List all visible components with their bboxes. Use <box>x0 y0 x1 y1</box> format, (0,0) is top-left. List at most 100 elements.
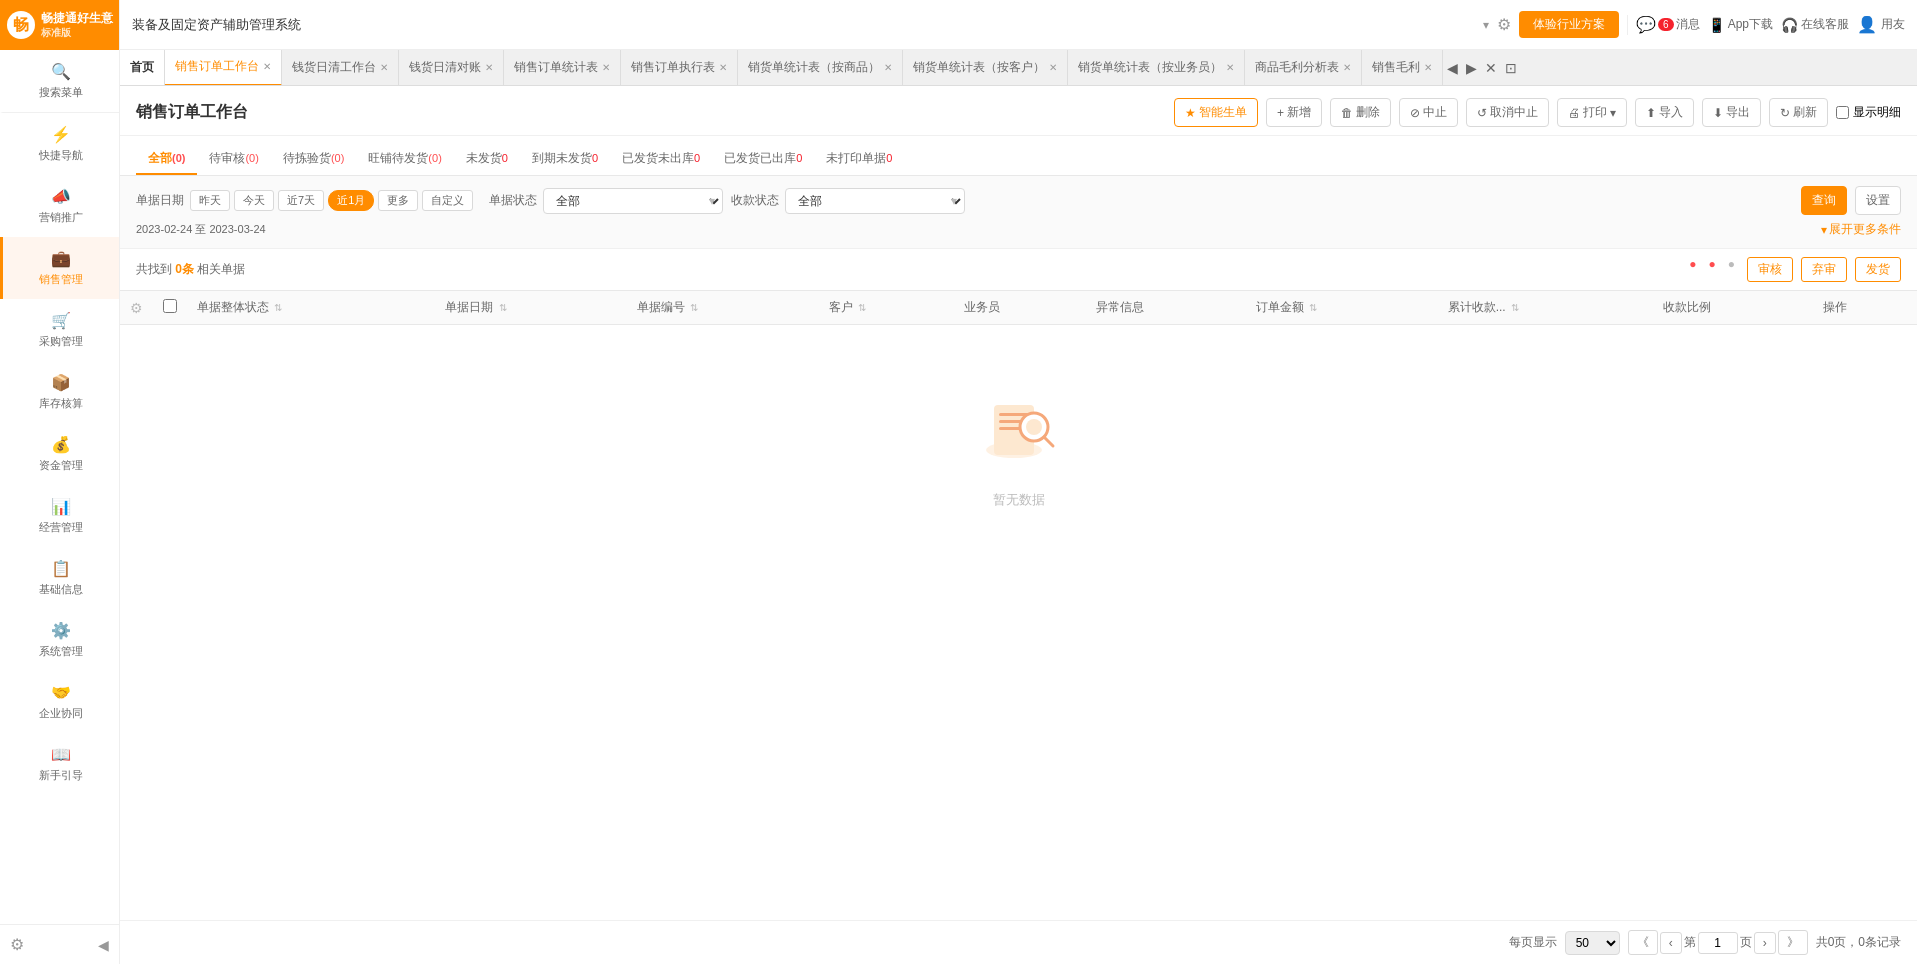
stop-btn[interactable]: ⊘ 中止 <box>1399 98 1458 127</box>
tab-sales-stat-product-close[interactable]: ✕ <box>884 62 892 73</box>
user-area[interactable]: 👤 用友 <box>1857 15 1905 34</box>
tab-sales-stat-customer[interactable]: 销货单统计表（按客户） ✕ <box>903 50 1068 86</box>
subtab-not-shipped[interactable]: 未发货0 <box>454 144 520 175</box>
sidebar-settings-icon[interactable]: ⚙ <box>10 935 24 954</box>
date-btn-1month[interactable]: 近1月 <box>328 190 374 211</box>
tab-sales-workbench-close[interactable]: ✕ <box>263 61 271 72</box>
tabbar-close-all[interactable]: ✕ <box>1481 60 1501 76</box>
date-btn-7days[interactable]: 近7天 <box>278 190 324 211</box>
subtab-pending-review[interactable]: 待审核(0) <box>197 144 270 175</box>
sort-status[interactable]: ⇅ <box>274 302 282 313</box>
page-first-btn[interactable]: 《 <box>1628 930 1658 955</box>
export-btn[interactable]: ⬇ 导出 <box>1702 98 1761 127</box>
subtab-shipped-out[interactable]: 已发货已出库0 <box>712 144 814 175</box>
cancel-review-btn[interactable]: 弃审 <box>1801 257 1847 282</box>
review-btn[interactable]: 审核 <box>1747 257 1793 282</box>
tab-cash-daily-close[interactable]: ✕ <box>380 62 388 73</box>
sidebar-item-purchase[interactable]: 🛒 采购管理 <box>0 299 119 361</box>
tab-sales-stat-staff[interactable]: 销货单统计表（按业务员） ✕ <box>1068 50 1245 86</box>
settings-filter-btn[interactable]: 设置 <box>1855 186 1901 215</box>
basic-icon: 📋 <box>51 559 71 578</box>
date-btn-yesterday[interactable]: 昨天 <box>190 190 230 211</box>
status-filter-select[interactable]: 全部 <box>543 188 723 214</box>
column-settings-icon[interactable]: ⚙ <box>130 300 143 316</box>
message-icon-area[interactable]: 💬 6 消息 <box>1636 15 1700 34</box>
add-btn[interactable]: + 新增 <box>1266 98 1322 127</box>
select-all-checkbox[interactable] <box>163 299 177 313</box>
subtab-all[interactable]: 全部(0) <box>136 144 197 175</box>
sort-amount[interactable]: ⇅ <box>1309 302 1317 313</box>
show-detail-checkbox[interactable] <box>1836 106 1849 119</box>
subtab-pending-check[interactable]: 待拣验货(0) <box>271 144 356 175</box>
tabbar-prev[interactable]: ◀ <box>1443 60 1462 76</box>
subtab-wangpu[interactable]: 旺铺待发货(0) <box>356 144 453 175</box>
sidebar-item-finance[interactable]: 💰 资金管理 <box>0 423 119 485</box>
tab-sales-workbench[interactable]: 销售订单工作台 ✕ <box>165 50 282 86</box>
tab-product-margin[interactable]: 商品毛利分析表 ✕ <box>1245 50 1362 86</box>
online-service-area[interactable]: 🎧 在线客服 <box>1781 16 1849 33</box>
subtab-shipped-not-out[interactable]: 已发货未出库0 <box>610 144 712 175</box>
tab-home[interactable]: 首页 <box>120 50 165 86</box>
tab-sales-exec[interactable]: 销售订单执行表 ✕ <box>621 50 738 86</box>
cancel-stop-btn[interactable]: ↺ 取消中止 <box>1466 98 1549 127</box>
smart-gen-btn[interactable]: ★ 智能生单 <box>1174 98 1258 127</box>
sidebar-item-operation[interactable]: 📊 经营管理 <box>0 485 119 547</box>
page-last-btn[interactable]: 》 <box>1778 930 1808 955</box>
tab-sales-profit-close[interactable]: ✕ <box>1424 62 1432 73</box>
table-header-row: ⚙ 单据整体状态 ⇅ 单据日期 ⇅ <box>120 291 1917 325</box>
page-prev-btn[interactable]: ‹ <box>1660 932 1682 954</box>
tab-cash-daily[interactable]: 钱货日清工作台 ✕ <box>282 50 399 86</box>
tab-cash-reconcile-close[interactable]: ✕ <box>485 62 493 73</box>
per-page-select[interactable]: 50 10 20 100 <box>1565 931 1620 955</box>
query-btn[interactable]: 查询 <box>1801 186 1847 215</box>
sidebar-item-quick-nav[interactable]: ⚡ 快捷导航 <box>0 113 119 175</box>
page-next-btn[interactable]: › <box>1754 932 1776 954</box>
tabbar-next[interactable]: ▶ <box>1462 60 1481 76</box>
tab-sales-exec-close[interactable]: ✕ <box>719 62 727 73</box>
topbar-settings-icon[interactable]: ⚙ <box>1497 15 1511 34</box>
sidebar-item-system[interactable]: ⚙️ 系统管理 <box>0 609 119 671</box>
sort-date[interactable]: ⇅ <box>499 302 507 313</box>
subtab-not-printed[interactable]: 未打印单据0 <box>814 144 904 175</box>
delete-btn[interactable]: 🗑 删除 <box>1330 98 1391 127</box>
tab-sales-stat-customer-close[interactable]: ✕ <box>1049 62 1057 73</box>
tab-sales-stat-close[interactable]: ✕ <box>602 62 610 73</box>
tab-sales-stat-staff-close[interactable]: ✕ <box>1226 62 1234 73</box>
tab-sales-stat-product[interactable]: 销货单统计表（按商品） ✕ <box>738 50 903 86</box>
sidebar-item-marketing[interactable]: 📣 营销推广 <box>0 175 119 237</box>
payment-filter-select[interactable]: 全部 <box>785 188 965 214</box>
sort-customer[interactable]: ⇅ <box>858 302 866 313</box>
tabbar-expand[interactable]: ⊡ <box>1501 60 1521 76</box>
trial-btn[interactable]: 体验行业方案 <box>1519 11 1619 38</box>
tab-sales-profit[interactable]: 销售毛利 ✕ <box>1362 50 1443 86</box>
sidebar-item-basic[interactable]: 📋 基础信息 <box>0 547 119 609</box>
ship-btn[interactable]: 发货 <box>1855 257 1901 282</box>
sidebar-collapse-icon[interactable]: ◀ <box>98 937 109 953</box>
app-download-area[interactable]: 📱 App下载 <box>1708 16 1773 33</box>
subtab-expired-not-shipped[interactable]: 到期未发货0 <box>520 144 610 175</box>
show-detail-label[interactable]: 显示明细 <box>1836 104 1901 121</box>
date-btn-more[interactable]: 更多 <box>378 190 418 211</box>
import-btn[interactable]: ⬆ 导入 <box>1635 98 1694 127</box>
tab-sales-stat-product-label: 销货单统计表（按商品） <box>748 59 880 76</box>
topbar-dropdown-icon[interactable]: ▾ <box>1483 18 1489 32</box>
sidebar-item-enterprise[interactable]: 🤝 企业协同 <box>0 671 119 733</box>
sort-cumulative[interactable]: ⇅ <box>1511 302 1519 313</box>
date-btn-custom[interactable]: 自定义 <box>422 190 473 211</box>
tab-product-margin-close[interactable]: ✕ <box>1343 62 1351 73</box>
expand-filter-btn[interactable]: ▾ 展开更多条件 <box>1821 221 1901 238</box>
sort-number[interactable]: ⇅ <box>690 302 698 313</box>
tab-cash-reconcile[interactable]: 钱货日清对账 ✕ <box>399 50 504 86</box>
sidebar-item-search[interactable]: 🔍 搜索菜单 <box>0 50 119 113</box>
tab-sales-stat[interactable]: 销售订单统计表 ✕ <box>504 50 621 86</box>
th-checkbox <box>153 291 187 325</box>
date-btn-today[interactable]: 今天 <box>234 190 274 211</box>
sidebar-item-inventory[interactable]: 📦 库存核算 <box>0 361 119 423</box>
sidebar-nav: ⚡ 快捷导航 📣 营销推广 💼 销售管理 🛒 采购管理 📦 库存核算 💰 资金管… <box>0 113 119 924</box>
page-input[interactable] <box>1698 932 1738 954</box>
sidebar-item-sales[interactable]: 💼 销售管理 <box>0 237 119 299</box>
refresh-btn[interactable]: ↻ 刷新 <box>1769 98 1828 127</box>
sidebar-item-guide[interactable]: 📖 新手引导 <box>0 733 119 795</box>
print-btn[interactable]: 🖨 打印 ▾ <box>1557 98 1627 127</box>
operation-icon: 📊 <box>51 497 71 516</box>
